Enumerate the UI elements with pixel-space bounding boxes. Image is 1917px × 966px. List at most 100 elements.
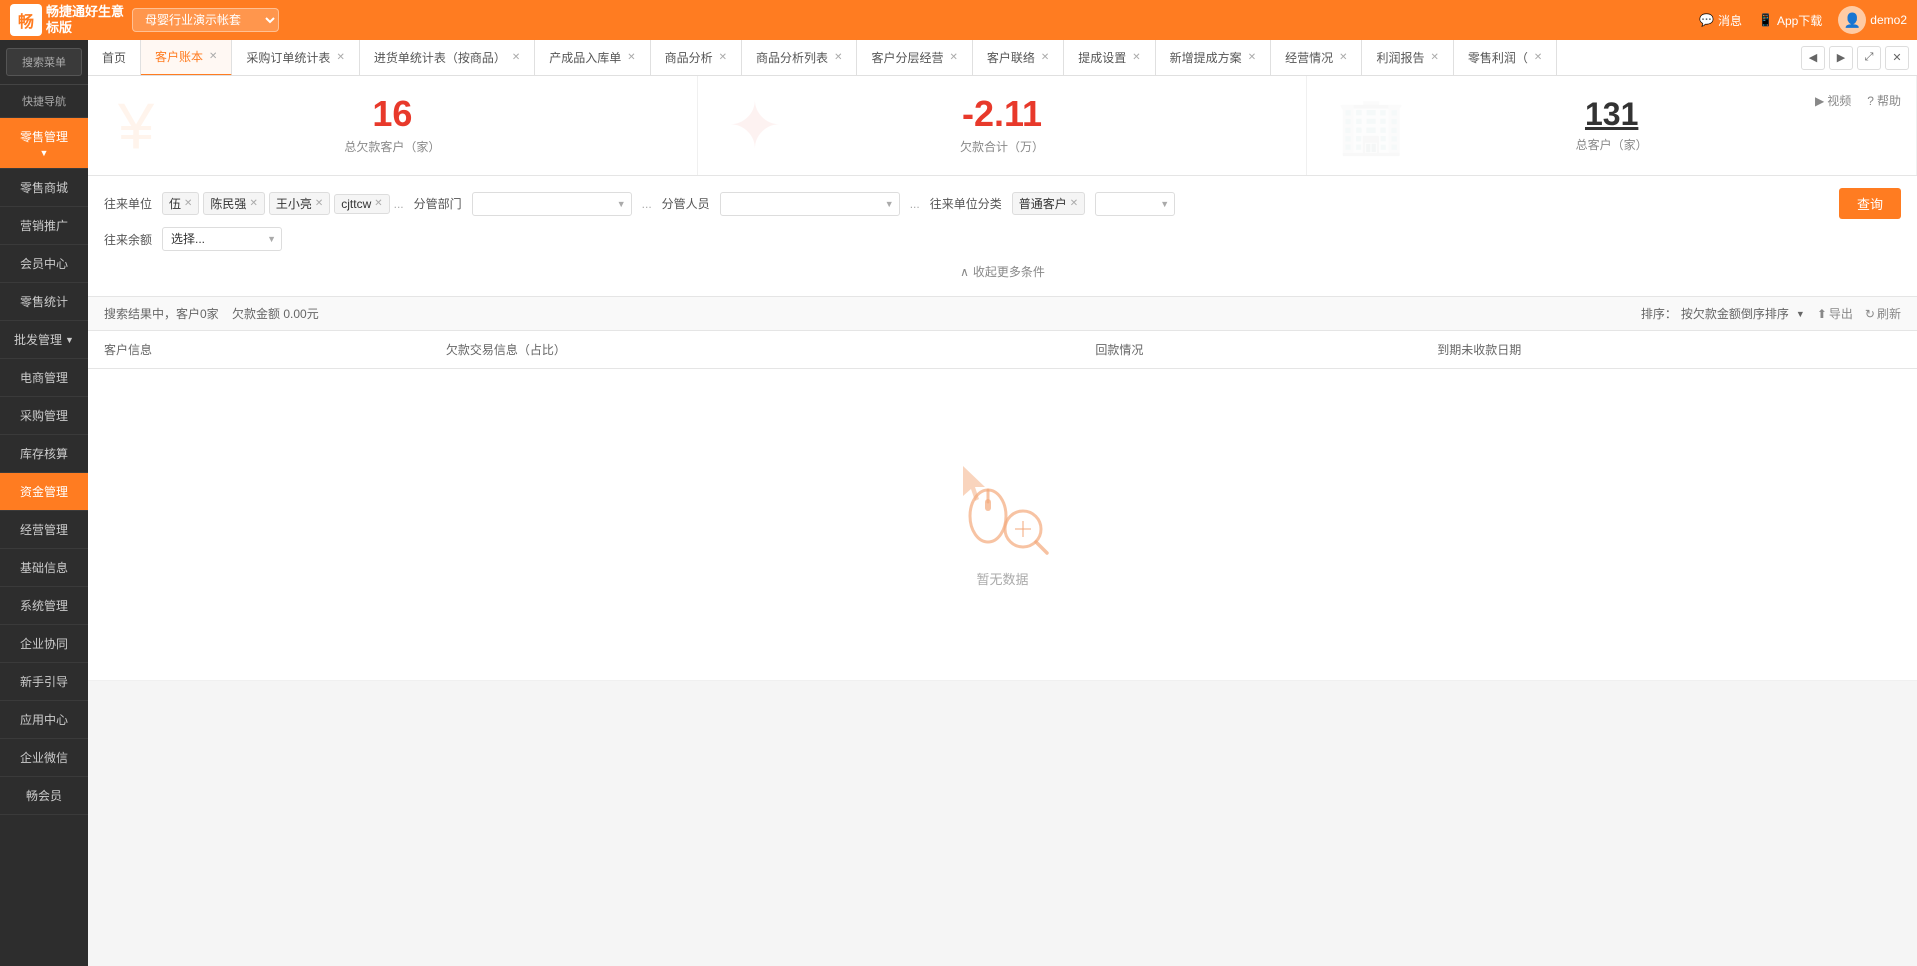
tab-product-analysis[interactable]: 商品分析 ✕ bbox=[651, 40, 742, 76]
tab-close-operations-status[interactable]: ✕ bbox=[1339, 52, 1347, 63]
tab-prev-btn[interactable]: ◀ bbox=[1801, 46, 1825, 70]
sidebar-item-finance[interactable]: 资金管理 bbox=[0, 473, 88, 511]
tab-product-analysis-list[interactable]: 商品分析列表 ✕ bbox=[742, 40, 857, 76]
sidebar-item-vip-member[interactable]: 畅会员 bbox=[0, 777, 88, 815]
sidebar-item-operations[interactable]: 经营管理 bbox=[0, 511, 88, 549]
tab-close-product-analysis[interactable]: ✕ bbox=[719, 52, 727, 63]
tab-close-customer-account[interactable]: ✕ bbox=[209, 51, 217, 62]
tab-purchase-order-stats[interactable]: 采购订单统计表 ✕ bbox=[232, 40, 359, 76]
sidebar-item-system[interactable]: 系统管理 bbox=[0, 587, 88, 625]
tab-close-purchase-stats-product[interactable]: ✕ bbox=[512, 52, 520, 63]
tab-operations-status[interactable]: 经营情况 ✕ bbox=[1271, 40, 1362, 76]
tab-customer-contact-label: 客户联络 bbox=[987, 49, 1035, 66]
stats-panel: ¥ 16 总欠款客户（家） ✦ -2.11 欠款合计（万） 🏢 131 总 bbox=[88, 76, 1917, 176]
sidebar-item-member-center[interactable]: 会员中心 bbox=[0, 245, 88, 283]
sidebar-item-enterprise-wechat[interactable]: 企业微信 bbox=[0, 739, 88, 777]
video-link[interactable]: ▶ 视频 bbox=[1815, 92, 1851, 109]
tab-home[interactable]: 首页 bbox=[88, 40, 141, 76]
user-avatar-btn[interactable]: 👤 demo2 bbox=[1838, 6, 1907, 34]
tab-operations-status-label: 经营情况 bbox=[1285, 49, 1333, 66]
main-content: ¥ 16 总欠款客户（家） ✦ -2.11 欠款合计（万） 🏢 131 总 bbox=[88, 76, 1917, 966]
tab-close-promotion-settings[interactable]: ✕ bbox=[1132, 52, 1140, 63]
dept-more-options[interactable]: ... bbox=[642, 197, 652, 211]
sidebar-item-enterprise[interactable]: 企业协同 bbox=[0, 625, 88, 663]
tab-purchase-stats-product[interactable]: 进货单统计表（按商品） ✕ bbox=[360, 40, 535, 76]
tab-close-retail-profit[interactable]: ✕ bbox=[1534, 52, 1542, 63]
category-select[interactable] bbox=[1095, 192, 1175, 216]
export-btn[interactable]: ⬆ 导出 bbox=[1817, 305, 1853, 322]
dept-select[interactable] bbox=[472, 192, 632, 216]
unit-tags-more[interactable]: ... bbox=[394, 197, 404, 211]
results-bar-right: 排序： 按欠款金额倒序排序 ▼ ⬆ 导出 ↻ 刷新 bbox=[1641, 305, 1901, 322]
message-btn[interactable]: 💬 消息 bbox=[1699, 12, 1742, 29]
sort-value: 按欠款金额倒序排序 bbox=[1681, 305, 1789, 322]
logo-text: 畅捷通好生意 标版 bbox=[46, 4, 124, 35]
unit-tag-chen-remove[interactable]: ✕ bbox=[249, 198, 257, 209]
tab-close-profit-report[interactable]: ✕ bbox=[1431, 52, 1439, 63]
stat-total-customers2: 🏢 131 总客户（家） bbox=[1307, 76, 1917, 175]
category-select-wrap bbox=[1095, 192, 1175, 216]
query-btn[interactable]: 查询 bbox=[1839, 188, 1901, 219]
tab-customer-account[interactable]: 客户账本 ✕ bbox=[141, 40, 232, 76]
stat-customers2-label: 总客户（家） bbox=[1576, 136, 1648, 153]
retail-mgmt-label: 零售管理 bbox=[20, 128, 68, 145]
tab-maximize-btn[interactable]: ⤢ bbox=[1857, 46, 1881, 70]
customers-bg-icon: ¥ bbox=[118, 88, 154, 163]
empty-row: 暂无数据 bbox=[88, 369, 1917, 681]
tab-customer-segment[interactable]: 客户分层经营 ✕ bbox=[857, 40, 972, 76]
category-filter-label: 往来单位分类 bbox=[930, 195, 1002, 212]
sidebar-search-btn[interactable]: 搜索菜单 bbox=[6, 48, 82, 76]
system-label: 系统管理 bbox=[20, 597, 68, 614]
unit-tag-cjttcw-remove[interactable]: ✕ bbox=[374, 198, 382, 209]
person-select[interactable] bbox=[720, 192, 900, 216]
dept-select-wrap bbox=[472, 192, 632, 216]
unit-tag-wu-remove[interactable]: ✕ bbox=[184, 198, 192, 209]
refresh-btn[interactable]: ↻ 刷新 bbox=[1865, 305, 1901, 322]
sidebar-item-ecommerce[interactable]: 电商管理 bbox=[0, 359, 88, 397]
tab-customer-contact[interactable]: 客户联络 ✕ bbox=[973, 40, 1064, 76]
person-more-options[interactable]: ... bbox=[910, 197, 920, 211]
sidebar-item-quick-nav[interactable]: 快捷导航 bbox=[0, 85, 88, 118]
tab-close-product-analysis-list[interactable]: ✕ bbox=[834, 52, 842, 63]
sidebar-item-retail-mgmt[interactable]: 零售管理 ▼ bbox=[0, 118, 88, 169]
sidebar-item-batch-mgmt[interactable]: 批发管理 ▼ bbox=[0, 321, 88, 359]
inventory-label: 库存核算 bbox=[20, 445, 68, 462]
tab-product-analysis-list-label: 商品分析列表 bbox=[756, 49, 828, 66]
sidebar-item-basics[interactable]: 基础信息 bbox=[0, 549, 88, 587]
empty-cell: 暂无数据 bbox=[88, 369, 1917, 681]
sidebar-item-app-center[interactable]: 应用中心 bbox=[0, 701, 88, 739]
collapse-btn[interactable]: ∧ 收起更多条件 bbox=[104, 259, 1901, 284]
tab-close-new-promotion[interactable]: ✕ bbox=[1248, 52, 1256, 63]
tab-close-customer-contact[interactable]: ✕ bbox=[1041, 52, 1049, 63]
tab-product-storage[interactable]: 产成品入库单 ✕ bbox=[535, 40, 650, 76]
tab-bar-end: ◀ ▶ ⤢ ✕ bbox=[1793, 46, 1917, 70]
sidebar-item-marketing[interactable]: 营销推广 bbox=[0, 207, 88, 245]
sidebar-item-inventory[interactable]: 库存核算 bbox=[0, 435, 88, 473]
operations-label: 经营管理 bbox=[20, 521, 68, 538]
sort-select-wrap: 排序： 按欠款金额倒序排序 ▼ bbox=[1641, 305, 1805, 322]
tab-close-product-storage[interactable]: ✕ bbox=[627, 52, 635, 63]
sidebar-item-purchase[interactable]: 采购管理 bbox=[0, 397, 88, 435]
col-repayment: 回款情况 bbox=[1079, 331, 1421, 369]
app-download-btn[interactable]: 📱 App下载 bbox=[1758, 12, 1822, 29]
sidebar-item-retail-stats[interactable]: 零售统计 bbox=[0, 283, 88, 321]
system-selector[interactable]: 母婴行业演示帐套 bbox=[132, 8, 279, 32]
tab-close-customer-segment[interactable]: ✕ bbox=[949, 52, 957, 63]
col-customer-info: 客户信息 bbox=[88, 331, 430, 369]
unit-tag-wang-remove[interactable]: ✕ bbox=[315, 198, 323, 209]
category-filter-tags: 普通客户 ✕ bbox=[1012, 192, 1085, 215]
tab-profit-report[interactable]: 利润报告 ✕ bbox=[1362, 40, 1453, 76]
sidebar-item-new-guide[interactable]: 新手引导 bbox=[0, 663, 88, 701]
help-link[interactable]: ? 帮助 bbox=[1867, 92, 1901, 109]
tab-next-btn[interactable]: ▶ bbox=[1829, 46, 1853, 70]
balance-select[interactable]: 选择... bbox=[162, 227, 282, 251]
tab-retail-profit[interactable]: 零售利润（ ✕ bbox=[1454, 40, 1557, 76]
tab-close-all-btn[interactable]: ✕ bbox=[1885, 46, 1909, 70]
sidebar-item-retail-mall[interactable]: 零售商城 bbox=[0, 169, 88, 207]
category-tag-normal-remove[interactable]: ✕ bbox=[1070, 198, 1078, 209]
tab-close-purchase-order-stats[interactable]: ✕ bbox=[336, 52, 344, 63]
tab-promotion-settings[interactable]: 提成设置 ✕ bbox=[1064, 40, 1155, 76]
debt-amount-text: 欠款金额 0.00元 bbox=[232, 307, 319, 321]
tab-new-promotion[interactable]: 新增提成方案 ✕ bbox=[1156, 40, 1271, 76]
purchase-label: 采购管理 bbox=[20, 407, 68, 424]
